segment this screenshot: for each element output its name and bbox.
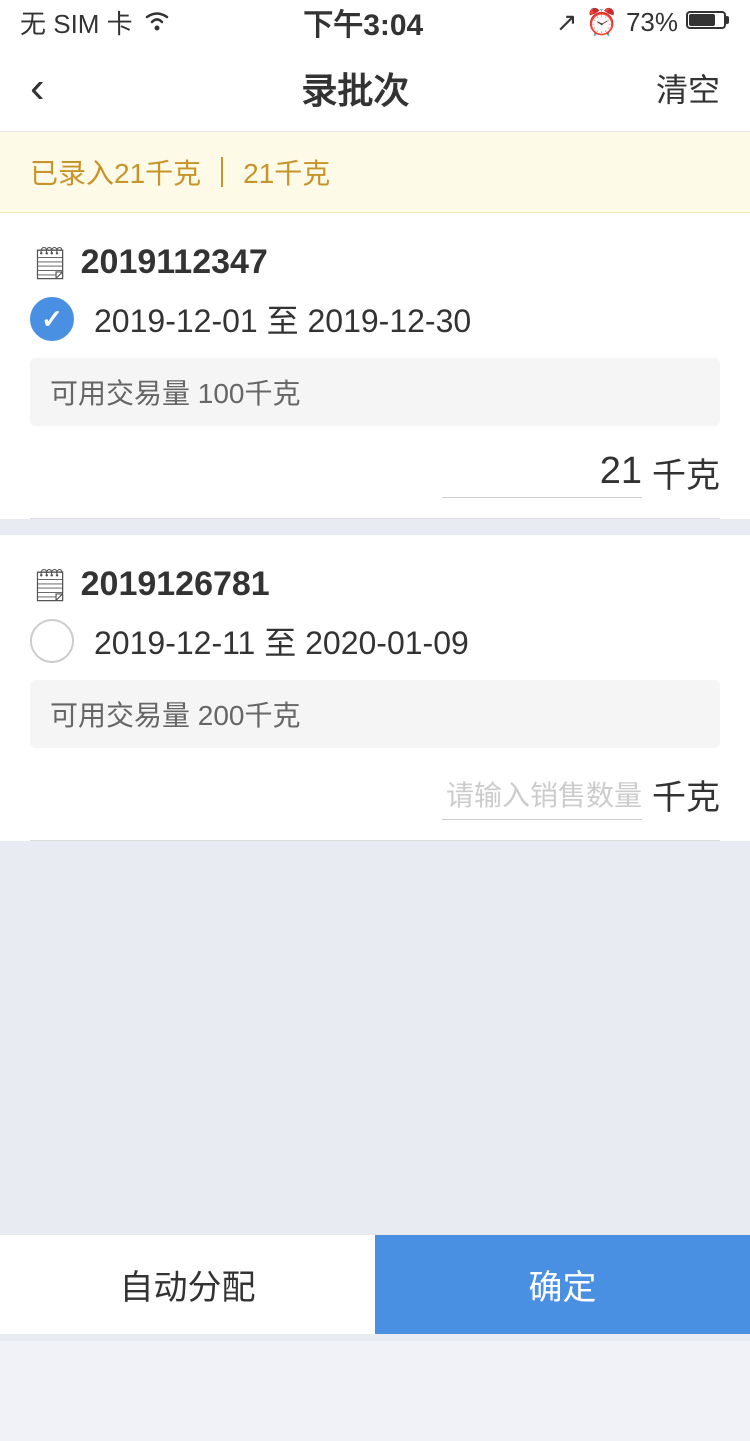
alarm-icon: ⏰ bbox=[586, 7, 618, 38]
radio-1[interactable] bbox=[30, 297, 74, 341]
batch-item-1: 🗒 2019112347 2019-12-01 至 2019-12-30 可用交… bbox=[0, 213, 750, 519]
input-row-1: 千克 bbox=[0, 426, 750, 518]
nav-title: 录批次 bbox=[301, 62, 409, 114]
back-button[interactable]: ‹ bbox=[20, 53, 55, 123]
confirm-button[interactable]: 确定 bbox=[375, 1235, 750, 1334]
unit-1: 千克 bbox=[652, 448, 720, 497]
status-bar: 无 SIM 卡 下午3:04 ↗ ⏰ 73% bbox=[0, 0, 750, 44]
auto-distribute-button[interactable]: 自动分配 bbox=[0, 1235, 375, 1334]
section-divider bbox=[0, 519, 750, 535]
batch-icon-1: 🗒 bbox=[30, 244, 71, 282]
recorded-text: 已录入21千克 bbox=[30, 152, 201, 192]
status-time: 下午3:04 bbox=[303, 0, 423, 44]
qty-input-2[interactable] bbox=[442, 768, 642, 820]
info-divider bbox=[221, 157, 223, 187]
total-text: 21千克 bbox=[243, 152, 330, 192]
info-bar: 已录入21千克 21千克 bbox=[0, 132, 750, 213]
status-left: 无 SIM 卡 bbox=[20, 4, 171, 41]
avail-row-2: 可用交易量 200千克 bbox=[30, 680, 720, 748]
batch-id-1: 2019112347 bbox=[81, 243, 268, 282]
nav-bar: ‹ 录批次 清空 bbox=[0, 44, 750, 132]
bottom-bar: 自动分配 确定 bbox=[0, 1234, 750, 1334]
no-sim-text: 无 SIM 卡 bbox=[20, 4, 133, 41]
batch-date-1: 2019-12-01 至 2019-12-30 bbox=[94, 296, 471, 342]
qty-input-1[interactable] bbox=[442, 446, 642, 498]
batch-date-2: 2019-12-11 至 2020-01-09 bbox=[94, 618, 469, 664]
input-row-2: 千克 bbox=[0, 748, 750, 840]
unit-2: 千克 bbox=[652, 770, 720, 819]
batch-id-2: 2019126781 bbox=[81, 565, 270, 604]
status-right: ↗ ⏰ 73% bbox=[556, 7, 730, 38]
radio-2[interactable] bbox=[30, 619, 74, 663]
battery-icon bbox=[686, 7, 730, 38]
batch-item-2: 🗒 2019126781 2019-12-11 至 2020-01-09 可用交… bbox=[0, 535, 750, 841]
avail-row-1: 可用交易量 100千克 bbox=[30, 358, 720, 426]
wifi-icon bbox=[143, 7, 171, 38]
clear-button[interactable]: 清空 bbox=[656, 65, 720, 111]
location-icon: ↗ bbox=[556, 7, 578, 38]
battery-text: 73% bbox=[626, 7, 678, 38]
batch-icon-2: 🗒 bbox=[30, 566, 71, 604]
